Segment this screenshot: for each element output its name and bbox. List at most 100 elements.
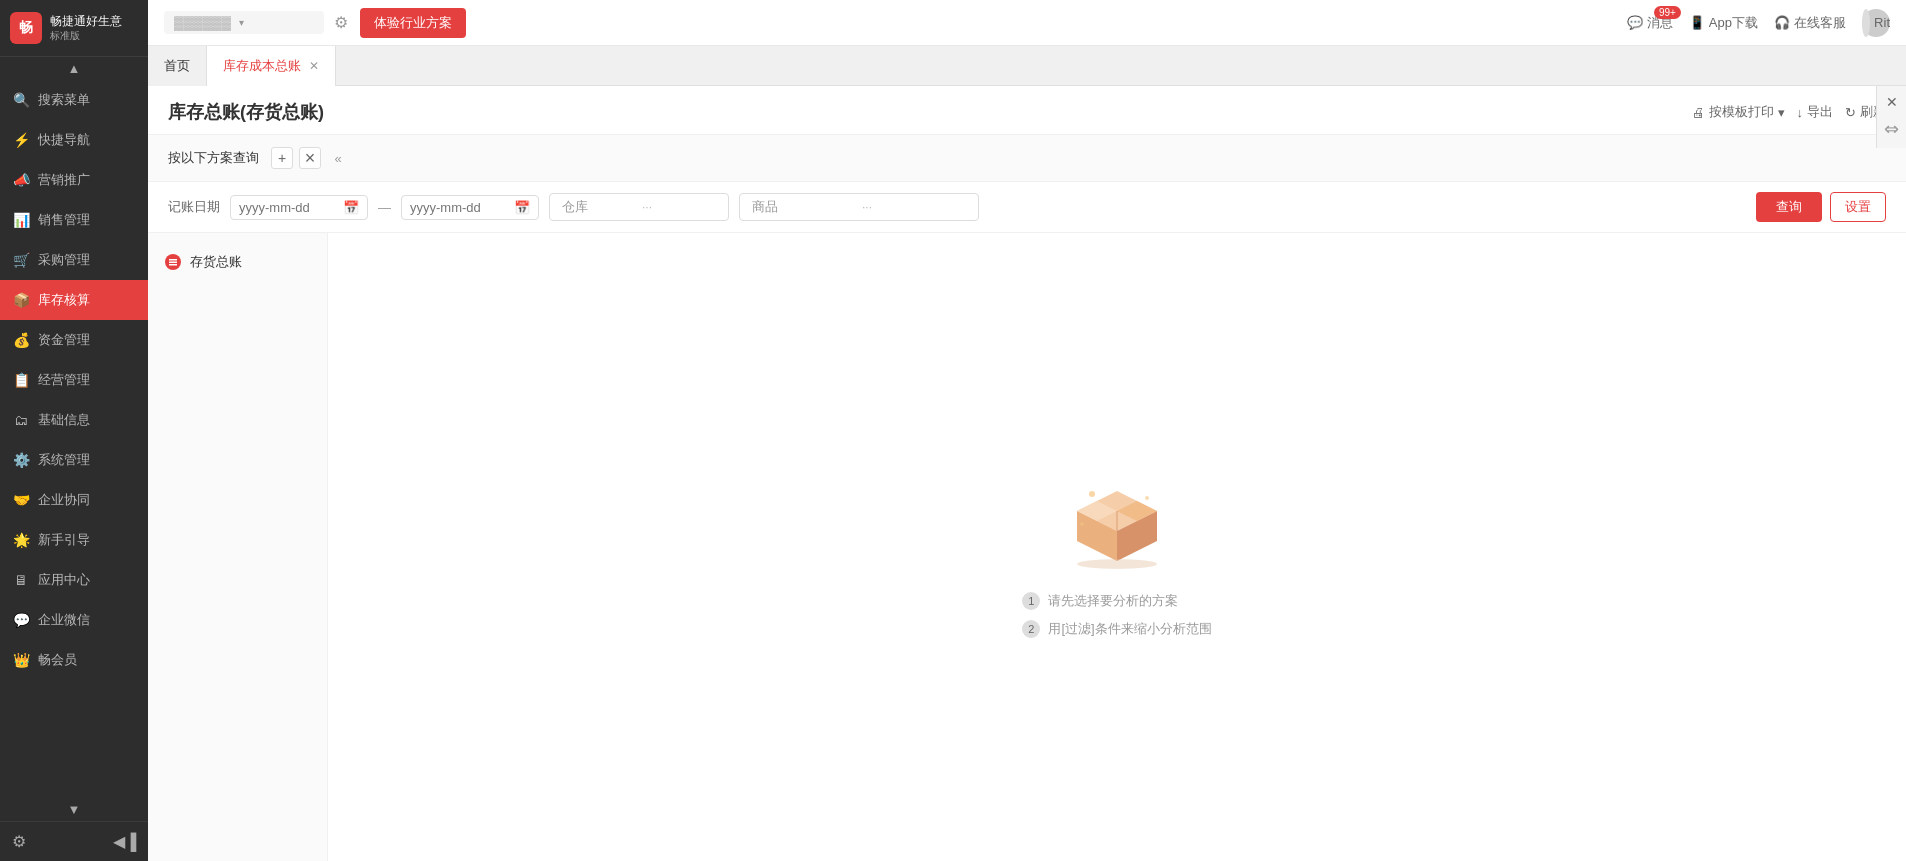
sidebar-scroll-up[interactable]: ▲ bbox=[0, 57, 148, 80]
empty-state: 1 请先选择要分析的方案 2 用[过滤]条件来缩小分析范围 bbox=[1022, 456, 1211, 638]
logo-icon: 畅 bbox=[10, 12, 42, 44]
main-area: ▓▓▓▓▓▓ ▾ ⚙ 体验行业方案 💬 消息 99+ 📱 App下载 🎧 在线客… bbox=[148, 0, 1906, 861]
sidebar-item-sales[interactable]: 📊 销售管理 bbox=[0, 200, 148, 240]
filter-label: 按以下方案查询 bbox=[168, 149, 259, 167]
product-input[interactable]: 商品 ··· bbox=[739, 193, 979, 221]
sidebar-item-wechat[interactable]: 💬 企业微信 bbox=[0, 600, 148, 640]
industry-btn[interactable]: 体验行业方案 bbox=[360, 8, 466, 38]
enterprise-icon: 🤝 bbox=[12, 491, 30, 509]
date-end-input[interactable]: 📅 bbox=[401, 195, 539, 220]
app-download-area[interactable]: 📱 App下载 bbox=[1689, 14, 1758, 32]
page-title: 库存总账(存货总账) bbox=[168, 100, 324, 124]
sidebar-item-inventory[interactable]: 📦 库存核算 bbox=[0, 280, 148, 320]
sidebar-item-basic-info[interactable]: 🗂 基础信息 bbox=[0, 400, 148, 440]
sidebar-item-label: 基础信息 bbox=[38, 411, 90, 429]
warehouse-more-icon: ··· bbox=[642, 200, 716, 214]
filter-area: 按以下方案查询 + × « bbox=[148, 135, 1906, 182]
inventory-ledger-icon bbox=[164, 253, 182, 271]
sidebar-item-label: 企业微信 bbox=[38, 611, 90, 629]
calendar-start-icon[interactable]: 📅 bbox=[343, 200, 359, 215]
sidebar-item-label: 快捷导航 bbox=[38, 131, 90, 149]
filter-del-btn[interactable]: × bbox=[299, 147, 321, 169]
sidebar-item-label: 资金管理 bbox=[38, 331, 90, 349]
date-separator: — bbox=[378, 200, 391, 215]
app-name: 畅捷通好生意 bbox=[50, 13, 122, 30]
sidebar-item-finance[interactable]: 💰 资金管理 bbox=[0, 320, 148, 360]
online-service-area[interactable]: 🎧 在线客服 bbox=[1774, 14, 1846, 32]
message-area[interactable]: 💬 消息 99+ bbox=[1627, 14, 1673, 32]
empty-illustration bbox=[1057, 456, 1177, 576]
user-name: Rit bbox=[1874, 15, 1890, 30]
svg-rect-2 bbox=[169, 264, 177, 266]
sidebar-item-label: 企业协同 bbox=[38, 491, 90, 509]
empty-tips: 1 请先选择要分析的方案 2 用[过滤]条件来缩小分析范围 bbox=[1022, 592, 1211, 638]
empty-tip-1: 1 请先选择要分析的方案 bbox=[1022, 592, 1211, 610]
sidebar-item-search-menu[interactable]: 🔍 搜索菜单 bbox=[0, 80, 148, 120]
message-icon: 💬 bbox=[1627, 15, 1643, 30]
topbar-gear-icon[interactable]: ⚙ bbox=[334, 13, 348, 32]
refresh-icon: ↻ bbox=[1845, 105, 1856, 120]
sidebar-item-enterprise[interactable]: 🤝 企业协同 bbox=[0, 480, 148, 520]
sidebar-item-label: 营销推广 bbox=[38, 171, 90, 189]
search-menu-icon: 🔍 bbox=[12, 91, 30, 109]
sidebar-item-app-center[interactable]: 🖥 应用中心 bbox=[0, 560, 148, 600]
svg-rect-1 bbox=[169, 262, 177, 264]
content-area: 库存总账(存货总账) 🖨 按模板打印 ▾ ↓ 导出 ↻ 刷新 按以下方案查询 bbox=[148, 86, 1906, 861]
empty-tip-2: 2 用[过滤]条件来缩小分析范围 bbox=[1022, 620, 1211, 638]
export-btn[interactable]: ↓ 导出 bbox=[1797, 103, 1834, 121]
member-icon: 👑 bbox=[12, 651, 30, 669]
tab-home[interactable]: 首页 bbox=[148, 46, 207, 86]
app-center-icon: 🖥 bbox=[12, 571, 30, 589]
marketing-icon: 📣 bbox=[12, 171, 30, 189]
sidebar-item-purchase[interactable]: 🛒 采购管理 bbox=[0, 240, 148, 280]
search-button[interactable]: 查询 bbox=[1756, 192, 1822, 222]
filter-row: 记账日期 📅 — 📅 仓库 ··· 商品 ··· 查询 设置 bbox=[148, 182, 1906, 233]
user-avatar[interactable]: Rit bbox=[1862, 9, 1890, 37]
basic-info-icon: 🗂 bbox=[12, 411, 30, 429]
settings-icon[interactable]: ⚙ bbox=[12, 832, 26, 851]
collapse-sidebar-icon[interactable]: ◀▐ bbox=[113, 832, 136, 851]
sidebar-item-quick-nav[interactable]: ⚡ 快捷导航 bbox=[0, 120, 148, 160]
tab-inventory-cost[interactable]: 库存成本总账 ✕ bbox=[207, 46, 336, 86]
date-end-field[interactable] bbox=[410, 200, 510, 215]
sidebar-item-label: 新手引导 bbox=[38, 531, 90, 549]
warehouse-input[interactable]: 仓库 ··· bbox=[549, 193, 729, 221]
filter-actions: + × « bbox=[271, 147, 349, 169]
tip-num-2: 2 bbox=[1022, 620, 1040, 638]
filter-add-btn[interactable]: + bbox=[271, 147, 293, 169]
print-icon: 🖨 bbox=[1692, 105, 1705, 120]
sidebar: 畅 畅捷通好生意 标准版 ▲ 🔍 搜索菜单 ⚡ 快捷导航 📣 营销推广 📊 销售… bbox=[0, 0, 148, 861]
topbar-search[interactable]: ▓▓▓▓▓▓ ▾ bbox=[164, 11, 324, 34]
content-body: 存货总账 bbox=[148, 233, 1906, 861]
sidebar-item-guide[interactable]: 🌟 新手引导 bbox=[0, 520, 148, 560]
left-panel: 存货总账 bbox=[148, 233, 328, 861]
tip-num-1: 1 bbox=[1022, 592, 1040, 610]
print-btn[interactable]: 🖨 按模板打印 ▾ bbox=[1692, 103, 1785, 121]
sidebar-item-label: 搜索菜单 bbox=[38, 91, 90, 109]
panel-item-inventory-ledger[interactable]: 存货总账 bbox=[148, 243, 327, 281]
sidebar-item-member[interactable]: 👑 畅会员 bbox=[0, 640, 148, 680]
finance-icon: 💰 bbox=[12, 331, 30, 349]
quick-nav-icon: ⚡ bbox=[12, 131, 30, 149]
export-icon: ↓ bbox=[1797, 105, 1804, 120]
date-label: 记账日期 bbox=[168, 198, 220, 216]
filter-collapse-btn[interactable]: « bbox=[327, 147, 349, 169]
date-start-input[interactable]: 📅 bbox=[230, 195, 368, 220]
svg-point-10 bbox=[1145, 496, 1149, 500]
sidebar-item-label: 畅会员 bbox=[38, 651, 77, 669]
sidebar-item-operation[interactable]: 📋 经营管理 bbox=[0, 360, 148, 400]
sidebar-scroll-down[interactable]: ▼ bbox=[0, 798, 148, 821]
headset-icon: 🎧 bbox=[1774, 15, 1790, 30]
operation-icon: 📋 bbox=[12, 371, 30, 389]
calendar-end-icon[interactable]: 📅 bbox=[514, 200, 530, 215]
sidebar-item-marketing[interactable]: 📣 营销推广 bbox=[0, 160, 148, 200]
date-start-field[interactable] bbox=[239, 200, 339, 215]
sidebar-item-label: 库存核算 bbox=[38, 291, 90, 309]
sidebar-item-system[interactable]: ⚙️ 系统管理 bbox=[0, 440, 148, 480]
purchase-icon: 🛒 bbox=[12, 251, 30, 269]
app-download-label: App下载 bbox=[1709, 14, 1758, 32]
topbar: ▓▓▓▓▓▓ ▾ ⚙ 体验行业方案 💬 消息 99+ 📱 App下载 🎧 在线客… bbox=[148, 0, 1906, 46]
tab-close-icon[interactable]: ✕ bbox=[309, 59, 319, 73]
tip-text-2: 用[过滤]条件来缩小分析范围 bbox=[1048, 620, 1211, 638]
settings-button[interactable]: 设置 bbox=[1830, 192, 1886, 222]
